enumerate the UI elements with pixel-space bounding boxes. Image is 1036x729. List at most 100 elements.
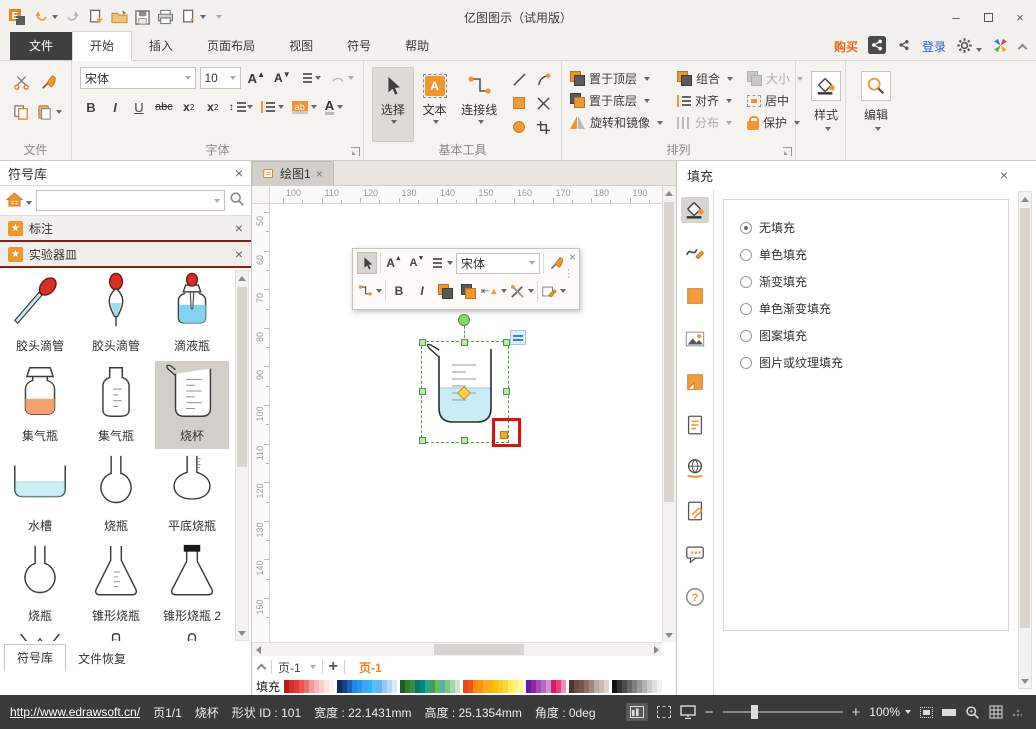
canvas-vscrollbar[interactable] xyxy=(662,186,676,642)
mini-send-back-icon[interactable] xyxy=(458,280,478,302)
panel-view-icon[interactable] xyxy=(626,703,648,721)
selection-handle-tm[interactable] xyxy=(461,339,468,346)
hyperlink-globe-icon[interactable] xyxy=(681,455,709,481)
arrange-align[interactable]: 对齐 xyxy=(677,92,733,109)
library-section-callouts[interactable]: ★ 标注 × xyxy=(0,216,251,242)
fill-option-无填充[interactable]: 无填充 xyxy=(740,214,1008,241)
highlight-color-icon[interactable]: ab xyxy=(289,96,320,118)
picture-icon[interactable] xyxy=(681,326,709,352)
symbol-烧瓶[interactable]: 烧瓶 xyxy=(3,541,77,629)
quick-style-icon[interactable] xyxy=(681,369,709,395)
page-dropdown[interactable]: 页-1 xyxy=(278,659,301,676)
symbol-水槽[interactable]: 水槽 xyxy=(3,451,77,539)
increase-font-icon[interactable]: A▲ xyxy=(245,67,267,89)
color-swatch[interactable] xyxy=(455,680,460,693)
close-symbol-library-icon[interactable]: × xyxy=(235,165,243,181)
cross-tool-icon[interactable] xyxy=(532,92,554,114)
document-tab[interactable]: 绘图1 × xyxy=(252,161,334,185)
fit-width-icon[interactable] xyxy=(942,709,956,716)
tab-symbol-library[interactable]: 符号库 xyxy=(4,644,66,671)
scroll-down-icon[interactable] xyxy=(663,628,675,642)
arrange-lock[interactable]: 保护 xyxy=(747,114,803,131)
close-button[interactable]: × xyxy=(1004,4,1036,30)
fill-option-图案填充[interactable]: 图案填充 xyxy=(740,322,1008,349)
font-color-icon[interactable]: A xyxy=(322,96,346,118)
scroll-thumb[interactable] xyxy=(1020,208,1030,628)
mini-bold-button[interactable]: B xyxy=(389,280,409,302)
canvas-hscrollbar[interactable] xyxy=(252,642,662,656)
zoom-out-icon[interactable]: − xyxy=(705,704,714,721)
scroll-right-icon[interactable] xyxy=(650,643,662,656)
paste-icon[interactable] xyxy=(33,101,65,123)
font-name-combo[interactable]: 宋体 xyxy=(80,67,196,89)
arc-tool-icon[interactable] xyxy=(532,68,554,90)
customize-qat-button[interactable] xyxy=(213,15,222,19)
symbol-tube[interactable] xyxy=(79,631,153,641)
radio-icon[interactable] xyxy=(740,276,752,288)
mini-font-combo[interactable]: 宋体 xyxy=(456,253,540,274)
scroll-left-icon[interactable] xyxy=(252,643,264,656)
mini-align-shapes-icon[interactable]: ⇤▲ xyxy=(481,280,507,302)
fill-option-单色渐变填充[interactable]: 单色渐变填充 xyxy=(740,295,1008,322)
edrawsoft-link[interactable]: http://www.edrawsoft.cn/ xyxy=(10,705,140,719)
font-size-combo[interactable]: 10 xyxy=(200,67,242,89)
arrange-group[interactable]: 组合 xyxy=(677,70,733,87)
symbol-search-input[interactable] xyxy=(36,190,225,211)
zoom-select-icon[interactable] xyxy=(965,705,980,720)
mini-decrease-font-icon[interactable]: A▼ xyxy=(407,252,427,274)
copy-icon[interactable] xyxy=(10,101,33,123)
redo-button[interactable] xyxy=(65,9,81,25)
edit-button[interactable]: 编辑 xyxy=(854,67,898,131)
mini-bring-front-icon[interactable] xyxy=(435,280,455,302)
library-section-labware[interactable]: ★ 实验器皿 × xyxy=(0,242,251,268)
italic-button[interactable]: I xyxy=(104,96,126,118)
pinwheel-icon[interactable] xyxy=(992,37,1009,57)
mini-italic-button[interactable]: I xyxy=(412,280,432,302)
symbol-thermometer[interactable] xyxy=(155,631,229,641)
open-file-button[interactable] xyxy=(111,9,128,25)
active-page-tab[interactable]: 页-1 xyxy=(351,659,390,676)
collapse-ribbon-icon[interactable] xyxy=(1018,44,1028,54)
ellipse-tool-icon[interactable] xyxy=(508,116,530,138)
search-icon[interactable] xyxy=(229,191,245,210)
undo-button[interactable] xyxy=(33,9,58,25)
scroll-thumb[interactable] xyxy=(237,287,247,467)
pan-zoom-icon[interactable] xyxy=(657,706,671,718)
scroll-down-icon[interactable] xyxy=(1019,674,1031,688)
library-home-icon[interactable] xyxy=(6,192,32,210)
bullet-list-icon[interactable] xyxy=(258,96,287,118)
symbol-烧杯[interactable]: 烧杯 xyxy=(155,361,229,449)
line-tool-icon[interactable] xyxy=(508,68,530,90)
subscript-button[interactable]: x2 xyxy=(178,96,200,118)
help-icon[interactable]: ? xyxy=(681,584,709,610)
collapse-pages-icon[interactable] xyxy=(257,663,267,673)
scroll-thumb[interactable] xyxy=(664,202,674,502)
selection-handle-tr[interactable] xyxy=(503,339,510,346)
symbol-胶头滴管[interactable]: 胶头滴管 xyxy=(79,271,153,359)
canvas[interactable]: A▲ A▼ 宋体 B I ⇤▲ xyxy=(270,204,662,642)
symbol-锥形烧瓶[interactable]: 锥形烧瓶 xyxy=(79,541,153,629)
mini-select-button[interactable] xyxy=(357,252,377,274)
symbol-烧瓶[interactable]: 烧瓶 xyxy=(79,451,153,539)
comment-icon[interactable] xyxy=(681,541,709,567)
text-block-icon[interactable] xyxy=(510,330,526,345)
arrange-back[interactable]: 置于底层 xyxy=(570,92,663,109)
color-swatch[interactable] xyxy=(329,680,334,693)
maximize-button[interactable] xyxy=(972,4,1004,30)
symbol-滴液瓶[interactable]: 滴液瓶 xyxy=(155,271,229,359)
selection-handle-bl[interactable] xyxy=(419,437,426,444)
symbol-funnel[interactable] xyxy=(3,631,77,641)
selection-handle-bm[interactable] xyxy=(461,437,468,444)
tab-symbols[interactable]: 符号 xyxy=(330,32,388,60)
color-swatch[interactable] xyxy=(561,680,566,693)
color-swatch[interactable] xyxy=(604,680,609,693)
selection-handle-tl[interactable] xyxy=(419,339,426,346)
mini-increase-font-icon[interactable]: A▲ xyxy=(384,252,404,274)
fill-option-单色填充[interactable]: 单色填充 xyxy=(740,241,1008,268)
fill-option-图片或纹理填充[interactable]: 图片或纹理填充 xyxy=(740,349,1008,376)
zoom-slider[interactable] xyxy=(723,711,843,713)
symbol-集气瓶[interactable]: 集气瓶 xyxy=(3,361,77,449)
presentation-icon[interactable] xyxy=(680,705,696,719)
close-section-icon[interactable]: × xyxy=(235,246,243,262)
fill-panel-scrollbar[interactable] xyxy=(1018,191,1032,689)
